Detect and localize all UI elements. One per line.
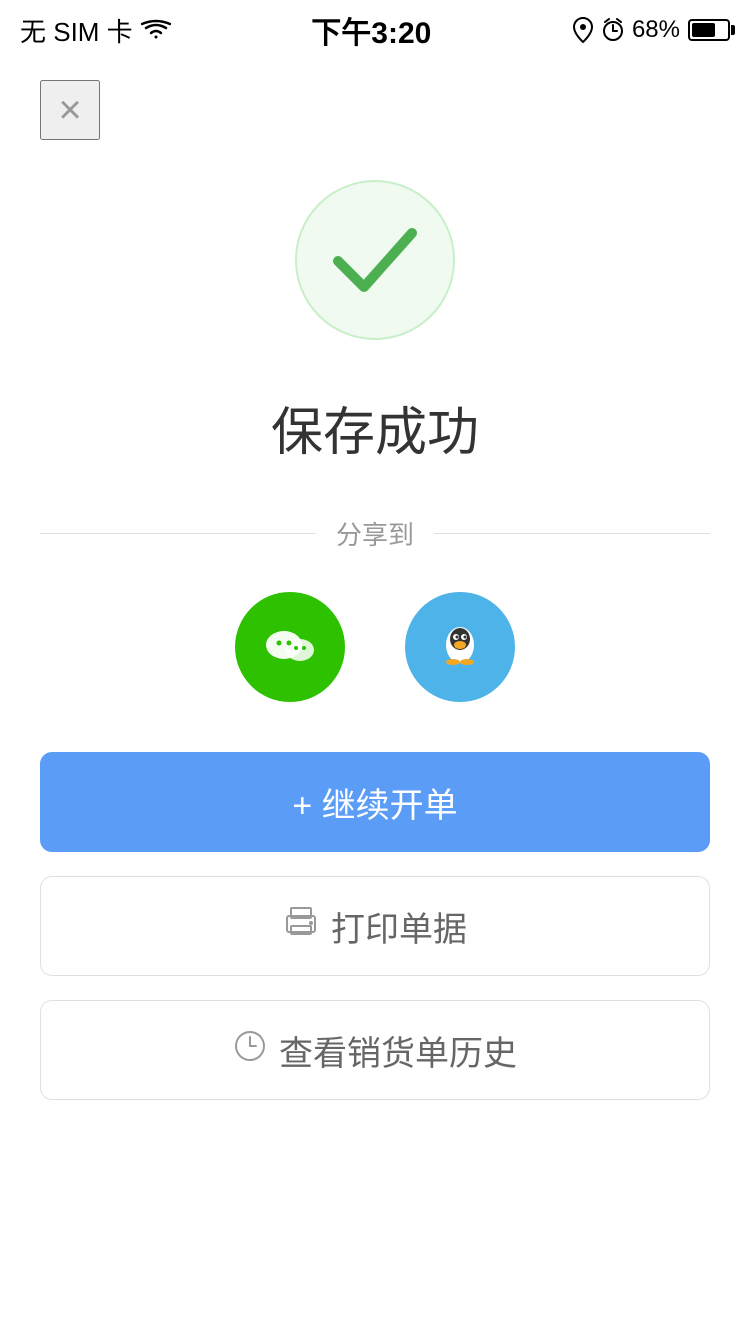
continue-order-label: + 继续开单 xyxy=(292,778,457,827)
share-divider: 分享到 xyxy=(40,515,710,552)
alarm-icon xyxy=(602,18,624,42)
continue-order-button[interactable]: + 继续开单 xyxy=(40,752,710,852)
print-label: 打印单据 xyxy=(331,902,467,951)
qq-icon xyxy=(428,615,493,680)
history-icon xyxy=(233,1029,267,1072)
share-section: 分享到 xyxy=(40,515,710,702)
status-bar: 无 SIM 卡 下午3:20 68% xyxy=(0,0,750,60)
history-button[interactable]: 查看销货单历史 xyxy=(40,1000,710,1100)
checkmark-icon xyxy=(330,223,420,298)
close-button[interactable]: × xyxy=(40,80,100,140)
status-time: 下午3:20 xyxy=(311,8,431,52)
share-label: 分享到 xyxy=(316,515,434,552)
success-title: 保存成功 xyxy=(271,390,479,465)
wifi-icon xyxy=(141,19,171,41)
share-icons xyxy=(40,592,710,702)
wechat-share-button[interactable] xyxy=(235,592,345,702)
action-buttons: + 继续开单 打印单据 查看销 xyxy=(40,752,710,1100)
status-right: 68% xyxy=(572,16,730,44)
print-icon xyxy=(283,906,319,947)
history-label: 查看销货单历史 xyxy=(279,1026,517,1075)
qq-share-button[interactable] xyxy=(405,592,515,702)
close-icon: × xyxy=(58,90,81,130)
battery-percent: 68% xyxy=(632,16,680,44)
success-circle xyxy=(295,180,455,340)
status-left: 无 SIM 卡 xyxy=(20,12,171,49)
divider-right xyxy=(434,533,710,534)
carrier-text: 无 SIM 卡 xyxy=(20,12,133,49)
main-content: × 保存成功 分享到 xyxy=(0,60,750,1334)
wechat-icon xyxy=(258,615,323,680)
divider-left xyxy=(40,533,316,534)
print-button[interactable]: 打印单据 xyxy=(40,876,710,976)
battery-icon xyxy=(688,19,730,41)
location-icon xyxy=(572,17,594,43)
